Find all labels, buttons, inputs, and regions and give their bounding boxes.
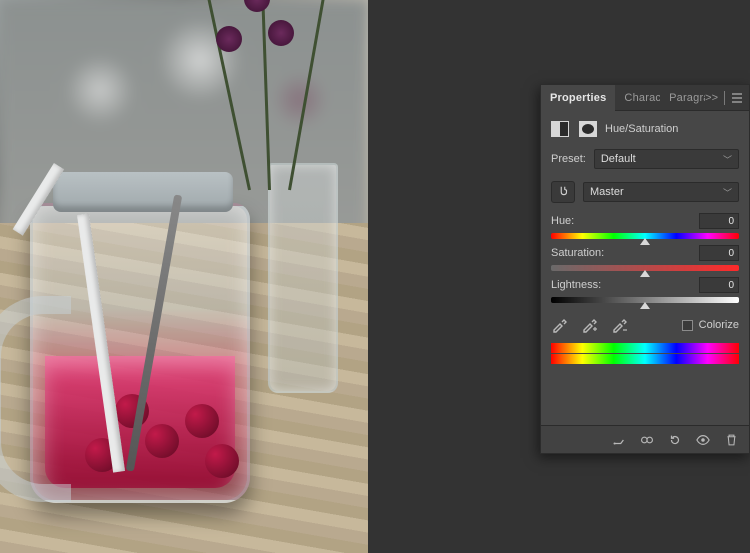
panel-footer xyxy=(541,425,749,453)
hue-track[interactable] xyxy=(551,233,739,239)
slider-thumb[interactable] xyxy=(640,270,650,277)
adjustment-title: Hue/Saturation xyxy=(605,123,678,135)
tab-properties[interactable]: Properties xyxy=(541,85,615,111)
lightness-value-input[interactable]: 0 xyxy=(699,277,739,293)
properties-panel: Properties Characte Paragrap >> Hue/Satu… xyxy=(540,84,750,454)
panel-tabs: Properties Characte Paragrap >> xyxy=(541,85,749,111)
photo-jar xyxy=(30,203,250,503)
chevron-down-icon: ﹀ xyxy=(723,153,732,166)
tab-paragraph[interactable]: Paragrap xyxy=(660,85,705,111)
eyedropper-add-icon[interactable] xyxy=(581,317,597,333)
layer-mask-icon[interactable] xyxy=(579,121,597,137)
expand-icon[interactable]: >> xyxy=(705,92,718,104)
saturation-slider: Saturation: 0 xyxy=(541,241,749,273)
colorize-checkbox[interactable] xyxy=(682,320,693,331)
lightness-track[interactable] xyxy=(551,297,739,303)
channel-value: Master xyxy=(590,186,624,198)
preset-row: Preset: Default ﹀ xyxy=(541,143,749,175)
colorize-label: Colorize xyxy=(699,319,739,331)
panel-menu-icon[interactable] xyxy=(731,92,743,104)
channel-select[interactable]: Master ﹀ xyxy=(583,182,739,202)
saturation-value-input[interactable]: 0 xyxy=(699,245,739,261)
preset-value: Default xyxy=(601,153,636,165)
reset-icon[interactable] xyxy=(667,432,683,448)
targeted-adjust-button[interactable] xyxy=(551,181,575,203)
adjustment-type-icon[interactable] xyxy=(551,121,571,137)
view-previous-icon[interactable] xyxy=(639,432,655,448)
chevron-down-icon: ﹀ xyxy=(723,186,732,199)
preset-select[interactable]: Default ﹀ xyxy=(594,149,739,169)
canvas-image[interactable] xyxy=(0,0,368,553)
eyedropper-row: Colorize xyxy=(541,305,749,339)
lightness-slider: Lightness: 0 xyxy=(541,273,749,305)
preset-label: Preset: xyxy=(551,153,586,165)
trash-icon[interactable] xyxy=(723,432,739,448)
hue-value-input[interactable]: 0 xyxy=(699,213,739,229)
adjustment-header: Hue/Saturation xyxy=(541,111,749,143)
photo-stems xyxy=(228,0,318,210)
slider-thumb[interactable] xyxy=(640,238,650,245)
lightness-label: Lightness: xyxy=(551,279,601,291)
divider xyxy=(724,91,725,105)
slider-thumb[interactable] xyxy=(640,302,650,309)
eyedropper-icon[interactable] xyxy=(551,317,567,333)
color-range-strip[interactable] xyxy=(551,343,739,364)
visibility-icon[interactable] xyxy=(695,432,711,448)
channel-row: Master ﹀ xyxy=(541,175,749,209)
eyedropper-subtract-icon[interactable] xyxy=(611,317,627,333)
saturation-track[interactable] xyxy=(551,265,739,271)
tab-character[interactable]: Characte xyxy=(615,85,660,111)
saturation-label: Saturation: xyxy=(551,247,604,259)
hue-slider: Hue: 0 xyxy=(541,209,749,241)
hue-label: Hue: xyxy=(551,215,574,227)
clip-to-layer-icon[interactable] xyxy=(611,432,627,448)
